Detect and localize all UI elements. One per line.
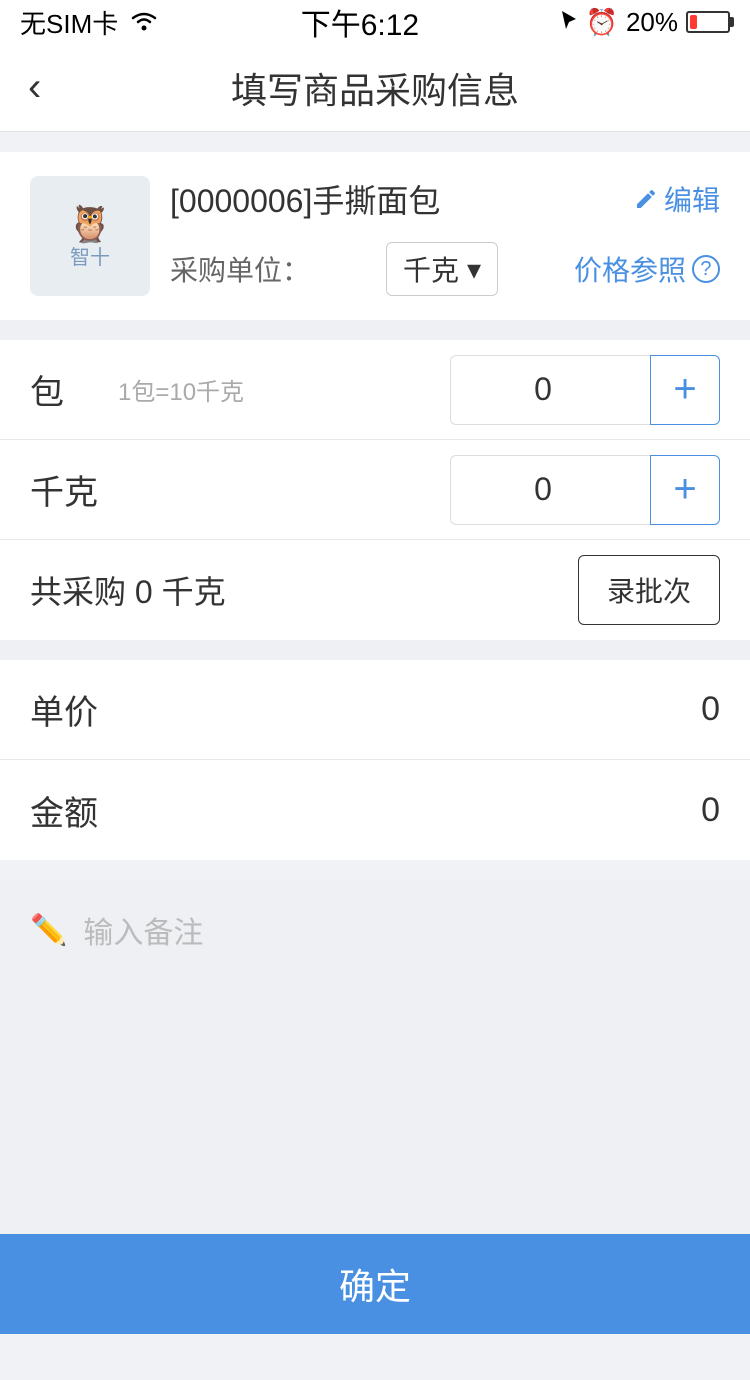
product-card: 🦉 智十 [0000006]手撕面包 编辑 采购单位： 千克 ▾ [0,152,750,320]
package-input-wrap: + [450,355,720,425]
package-plus-button[interactable]: + [650,355,720,425]
unit-select[interactable]: 千克 ▾ [386,242,498,296]
unit-price-row: 单价 0 [0,660,750,760]
help-icon: ? [692,255,720,283]
price-ref-button[interactable]: 价格参照 ? [574,249,720,289]
unit-label: 采购单位： [170,249,310,289]
kg-input-wrap: + [450,455,720,525]
price-section: 单价 0 金额 0 [0,660,750,860]
section-divider-1 [0,320,750,340]
status-bar: 无SIM卡 下午6:12 ⏰ 20% [0,0,750,44]
status-left: 无SIM卡 [20,4,160,41]
alarm-icon: ⏰ [586,7,618,38]
amount-row: 金额 0 [0,760,750,860]
carrier-text: 无SIM卡 [20,4,118,41]
kg-plus-button[interactable]: + [650,455,720,525]
location-icon [560,7,578,38]
note-placeholder: 输入备注 [83,908,203,952]
chevron-down-icon: ▾ [467,253,481,286]
input-section: 包 1包=10千克 + 千克 + [0,340,750,540]
product-info: [0000006]手撕面包 编辑 采购单位： 千克 ▾ 价格参照 ? [170,176,720,296]
unit-price-value: 0 [701,690,720,729]
product-name: [0000006]手撕面包 [170,176,440,222]
wifi-icon [128,7,160,38]
batch-button[interactable]: 录批次 [578,555,720,625]
package-row: 包 1包=10千克 + [0,340,750,440]
confirm-button[interactable]: 确定 [0,1234,750,1334]
battery-icon [686,11,730,33]
section-divider-2 [0,640,750,660]
product-thumbnail: 🦉 智十 [30,176,150,296]
package-input[interactable] [450,355,650,425]
amount-label: 金额 [30,786,98,835]
pencil-icon: ✏️ [30,913,67,948]
kg-input[interactable] [450,455,650,525]
total-text: 共采购 0 千克 [30,567,226,613]
amount-value: 0 [701,791,720,830]
battery-percent: 20% [626,7,678,38]
note-section[interactable]: ✏️ 输入备注 [0,880,750,980]
edit-button[interactable]: 编辑 [634,179,720,219]
status-right: ⏰ 20% [560,7,730,38]
kg-label: 千克 [30,465,110,514]
nav-bar: ‹ 填写商品采购信息 [0,44,750,132]
back-button[interactable]: ‹ [28,65,41,110]
total-row: 共采购 0 千克 录批次 [0,540,750,640]
unit-price-label: 单价 [30,685,98,734]
page-title: 填写商品采购信息 [231,62,519,114]
package-sublabel: 1包=10千克 [118,372,450,407]
status-time: 下午6:12 [301,0,419,44]
kg-row: 千克 + [0,440,750,540]
package-label: 包 [30,365,110,414]
